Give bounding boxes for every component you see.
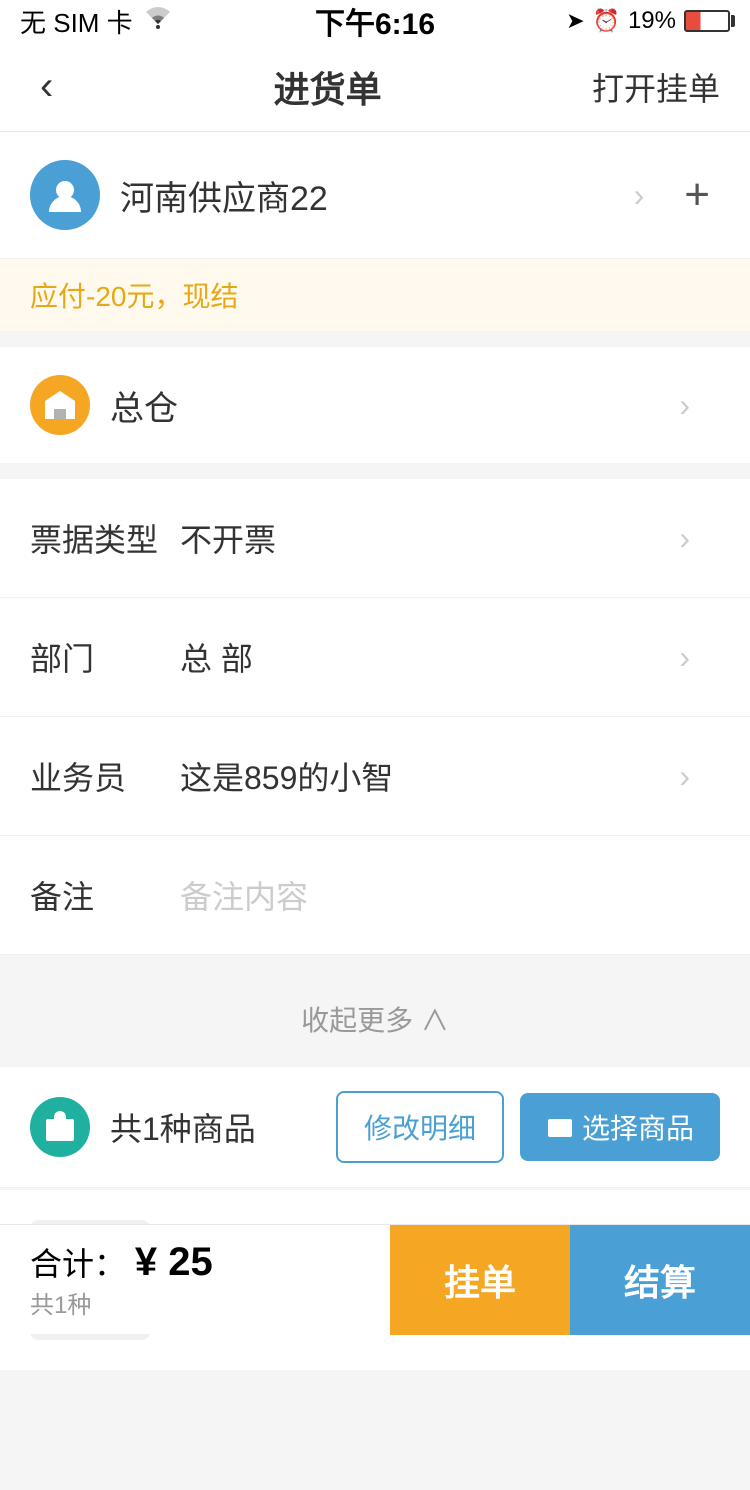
add-button[interactable]: + xyxy=(674,170,720,220)
warehouse-chevron-icon: › xyxy=(679,387,690,424)
bottom-spacer xyxy=(0,1370,750,1490)
battery-percent: 19% xyxy=(628,7,676,35)
notice-bar: 应付-20元，现结 xyxy=(0,259,750,331)
carrier-text: 无 SIM 卡 xyxy=(20,3,133,40)
bottom-bar: 合计： ¥ 25 共1种 挂单 结算 xyxy=(0,1224,750,1334)
invoice-type-label: 票据类型 xyxy=(30,515,170,561)
status-indicators: ➤ ⏰ 19% xyxy=(566,7,730,35)
total-line: 合计： ¥ 25 xyxy=(30,1239,360,1285)
remark-input[interactable]: 备注内容 xyxy=(170,872,720,918)
salesperson-chevron-icon: › xyxy=(679,758,690,795)
warehouse-icon xyxy=(30,375,90,435)
invoice-chevron-icon: › xyxy=(679,520,690,557)
department-value: 总 部 xyxy=(170,634,679,680)
department-row[interactable]: 部门 总 部 › xyxy=(0,598,750,717)
product-icon xyxy=(30,1097,90,1157)
warehouse-row[interactable]: 总仓 › xyxy=(0,347,750,463)
select-product-button[interactable]: 选择商品 xyxy=(520,1093,720,1161)
pending-button[interactable]: 挂单 xyxy=(390,1225,570,1335)
status-carrier: 无 SIM 卡 xyxy=(20,3,173,40)
battery-icon xyxy=(684,10,730,32)
modify-detail-button[interactable]: 修改明细 xyxy=(336,1091,504,1163)
open-pending-button[interactable]: 打开挂单 xyxy=(592,64,720,110)
supplier-avatar xyxy=(30,160,100,230)
remark-row[interactable]: 备注 备注内容 xyxy=(0,836,750,955)
location-icon: ➤ xyxy=(566,8,584,34)
product-header: 共1种商品 修改明细 选择商品 xyxy=(0,1067,750,1188)
salesperson-value: 这是859的小智 xyxy=(170,753,679,799)
remark-label: 备注 xyxy=(30,872,170,918)
supplier-row[interactable]: 河南供应商22 › + xyxy=(0,132,750,259)
alarm-icon: ⏰ xyxy=(593,8,620,34)
total-section: 合计： ¥ 25 共1种 xyxy=(0,1239,390,1320)
checkout-button[interactable]: 结算 xyxy=(570,1225,750,1335)
form-card: 票据类型 不开票 › 部门 总 部 › 业务员 这是859的小智 › 备注 备注… xyxy=(0,479,750,955)
supplier-name: 河南供应商22 xyxy=(120,171,634,220)
page-title: 进货单 xyxy=(274,61,382,113)
back-button[interactable]: ‹ xyxy=(30,54,63,119)
invoice-type-row[interactable]: 票据类型 不开票 › xyxy=(0,479,750,598)
supplier-card: 河南供应商22 › + 应付-20元，现结 xyxy=(0,132,750,331)
salesperson-row[interactable]: 业务员 这是859的小智 › xyxy=(0,717,750,836)
notice-text: 应付-20元，现结 xyxy=(30,281,238,312)
status-time: 下午6:16 xyxy=(315,0,435,43)
salesperson-label: 业务员 xyxy=(30,753,170,799)
invoice-type-value: 不开票 xyxy=(170,515,679,561)
department-chevron-icon: › xyxy=(679,639,690,676)
total-amount: ¥ 25 xyxy=(135,1240,213,1284)
product-count: 共1种商品 xyxy=(110,1104,336,1150)
nav-bar: ‹ 进货单 打开挂单 xyxy=(0,42,750,132)
total-sub-label: 共1种 xyxy=(30,1285,360,1320)
collapse-label: 收起更多 ∧ xyxy=(301,999,449,1039)
supplier-chevron-icon: › xyxy=(634,177,645,214)
collapse-bar[interactable]: 收起更多 ∧ xyxy=(0,971,750,1067)
total-label: 合计： xyxy=(30,1246,126,1282)
warehouse-label: 总仓 xyxy=(110,381,679,430)
department-label: 部门 xyxy=(30,634,170,680)
wifi-icon xyxy=(143,6,173,37)
warehouse-card: 总仓 › xyxy=(0,347,750,463)
status-bar: 无 SIM 卡 下午6:16 ➤ ⏰ 19% xyxy=(0,0,750,42)
